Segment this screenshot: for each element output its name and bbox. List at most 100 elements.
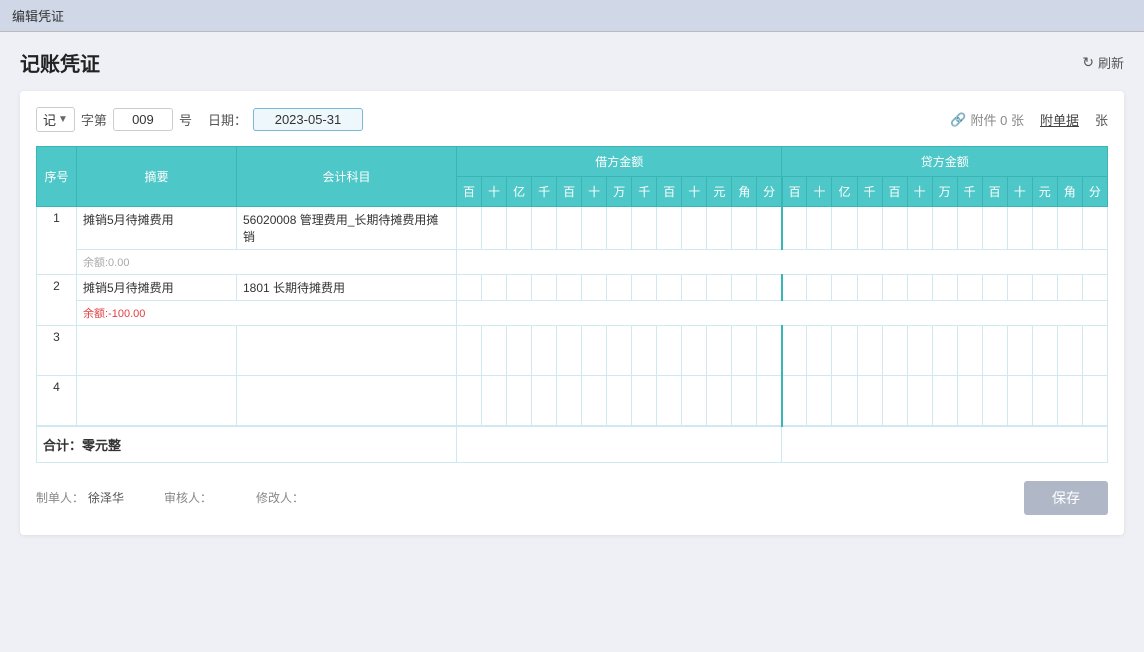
- c3-3[interactable]: [832, 326, 857, 376]
- d3-9[interactable]: [657, 326, 682, 376]
- c4-9[interactable]: [982, 376, 1007, 426]
- c3-12[interactable]: [1057, 326, 1082, 376]
- voucher-type-dropdown[interactable]: 记 ▼: [36, 107, 75, 132]
- c4-4[interactable]: [857, 376, 882, 426]
- d3-6[interactable]: [582, 326, 607, 376]
- attachment-link[interactable]: 🔗 附件 0 张: [950, 110, 1024, 129]
- c3-4[interactable]: [857, 326, 882, 376]
- voucher-number-input[interactable]: [113, 108, 173, 131]
- c4-12[interactable]: [1057, 376, 1082, 426]
- d3-8[interactable]: [632, 326, 657, 376]
- d2-13[interactable]: [757, 275, 782, 301]
- d1-10[interactable]: [682, 207, 707, 250]
- c2-11[interactable]: [1032, 275, 1057, 301]
- c4-10[interactable]: [1007, 376, 1032, 426]
- c1-11[interactable]: [1032, 207, 1057, 250]
- c2-10[interactable]: [1007, 275, 1032, 301]
- c2-2[interactable]: [807, 275, 832, 301]
- c1-2[interactable]: [807, 207, 832, 250]
- c4-5[interactable]: [882, 376, 907, 426]
- d3-12[interactable]: [732, 326, 757, 376]
- d3-7[interactable]: [607, 326, 632, 376]
- row-summary-4[interactable]: [77, 376, 237, 426]
- d1-8[interactable]: [632, 207, 657, 250]
- d2-2[interactable]: [482, 275, 507, 301]
- d4-11[interactable]: [707, 376, 732, 426]
- row-summary-1[interactable]: 摊销5月待摊费用: [77, 207, 237, 250]
- d3-3[interactable]: [507, 326, 532, 376]
- c4-13[interactable]: [1082, 376, 1107, 426]
- c3-10[interactable]: [1007, 326, 1032, 376]
- c3-13[interactable]: [1082, 326, 1107, 376]
- c4-11[interactable]: [1032, 376, 1057, 426]
- d4-7[interactable]: [607, 376, 632, 426]
- c1-12[interactable]: [1057, 207, 1082, 250]
- c3-6[interactable]: [907, 326, 932, 376]
- d1-1[interactable]: [457, 207, 482, 250]
- d2-7[interactable]: [607, 275, 632, 301]
- c2-6[interactable]: [907, 275, 932, 301]
- d4-2[interactable]: [482, 376, 507, 426]
- c4-3[interactable]: [832, 376, 857, 426]
- c4-7[interactable]: [932, 376, 957, 426]
- c2-1[interactable]: [782, 275, 807, 301]
- d2-4[interactable]: [532, 275, 557, 301]
- c2-9[interactable]: [982, 275, 1007, 301]
- d3-5[interactable]: [557, 326, 582, 376]
- d3-1[interactable]: [457, 326, 482, 376]
- d3-10[interactable]: [682, 326, 707, 376]
- c1-7[interactable]: [932, 207, 957, 250]
- c2-8[interactable]: [957, 275, 982, 301]
- d4-3[interactable]: [507, 376, 532, 426]
- c2-4[interactable]: [857, 275, 882, 301]
- d4-5[interactable]: [557, 376, 582, 426]
- d1-5[interactable]: [557, 207, 582, 250]
- c1-5[interactable]: [882, 207, 907, 250]
- d3-4[interactable]: [532, 326, 557, 376]
- c1-13[interactable]: [1082, 207, 1107, 250]
- row-account-4[interactable]: [237, 376, 457, 426]
- c1-10[interactable]: [1007, 207, 1032, 250]
- c3-1[interactable]: [782, 326, 807, 376]
- c1-8[interactable]: [957, 207, 982, 250]
- c4-6[interactable]: [907, 376, 932, 426]
- d4-9[interactable]: [657, 376, 682, 426]
- c1-6[interactable]: [907, 207, 932, 250]
- row-summary-3[interactable]: [77, 326, 237, 376]
- c2-3[interactable]: [832, 275, 857, 301]
- c4-2[interactable]: [807, 376, 832, 426]
- d1-3[interactable]: [507, 207, 532, 250]
- c1-1[interactable]: [782, 207, 807, 250]
- d3-2[interactable]: [482, 326, 507, 376]
- d2-12[interactable]: [732, 275, 757, 301]
- c3-5[interactable]: [882, 326, 907, 376]
- d4-12[interactable]: [732, 376, 757, 426]
- d4-1[interactable]: [457, 376, 482, 426]
- d2-1[interactable]: [457, 275, 482, 301]
- d1-6[interactable]: [582, 207, 607, 250]
- d1-7[interactable]: [607, 207, 632, 250]
- c3-2[interactable]: [807, 326, 832, 376]
- c4-1[interactable]: [782, 376, 807, 426]
- d1-13[interactable]: [757, 207, 782, 250]
- c3-9[interactable]: [982, 326, 1007, 376]
- row-account-1[interactable]: 56020008 管理费用_长期待摊费用摊销: [237, 207, 457, 250]
- c2-5[interactable]: [882, 275, 907, 301]
- c4-8[interactable]: [957, 376, 982, 426]
- d4-8[interactable]: [632, 376, 657, 426]
- d2-9[interactable]: [657, 275, 682, 301]
- c1-3[interactable]: [832, 207, 857, 250]
- d2-5[interactable]: [557, 275, 582, 301]
- d2-11[interactable]: [707, 275, 732, 301]
- c2-13[interactable]: [1082, 275, 1107, 301]
- d1-9[interactable]: [657, 207, 682, 250]
- d3-11[interactable]: [707, 326, 732, 376]
- d1-11[interactable]: [707, 207, 732, 250]
- c2-12[interactable]: [1057, 275, 1082, 301]
- c1-4[interactable]: [857, 207, 882, 250]
- d2-8[interactable]: [632, 275, 657, 301]
- d2-6[interactable]: [582, 275, 607, 301]
- d1-2[interactable]: [482, 207, 507, 250]
- refresh-button[interactable]: ↻ 刷新: [1082, 53, 1124, 72]
- c3-11[interactable]: [1032, 326, 1057, 376]
